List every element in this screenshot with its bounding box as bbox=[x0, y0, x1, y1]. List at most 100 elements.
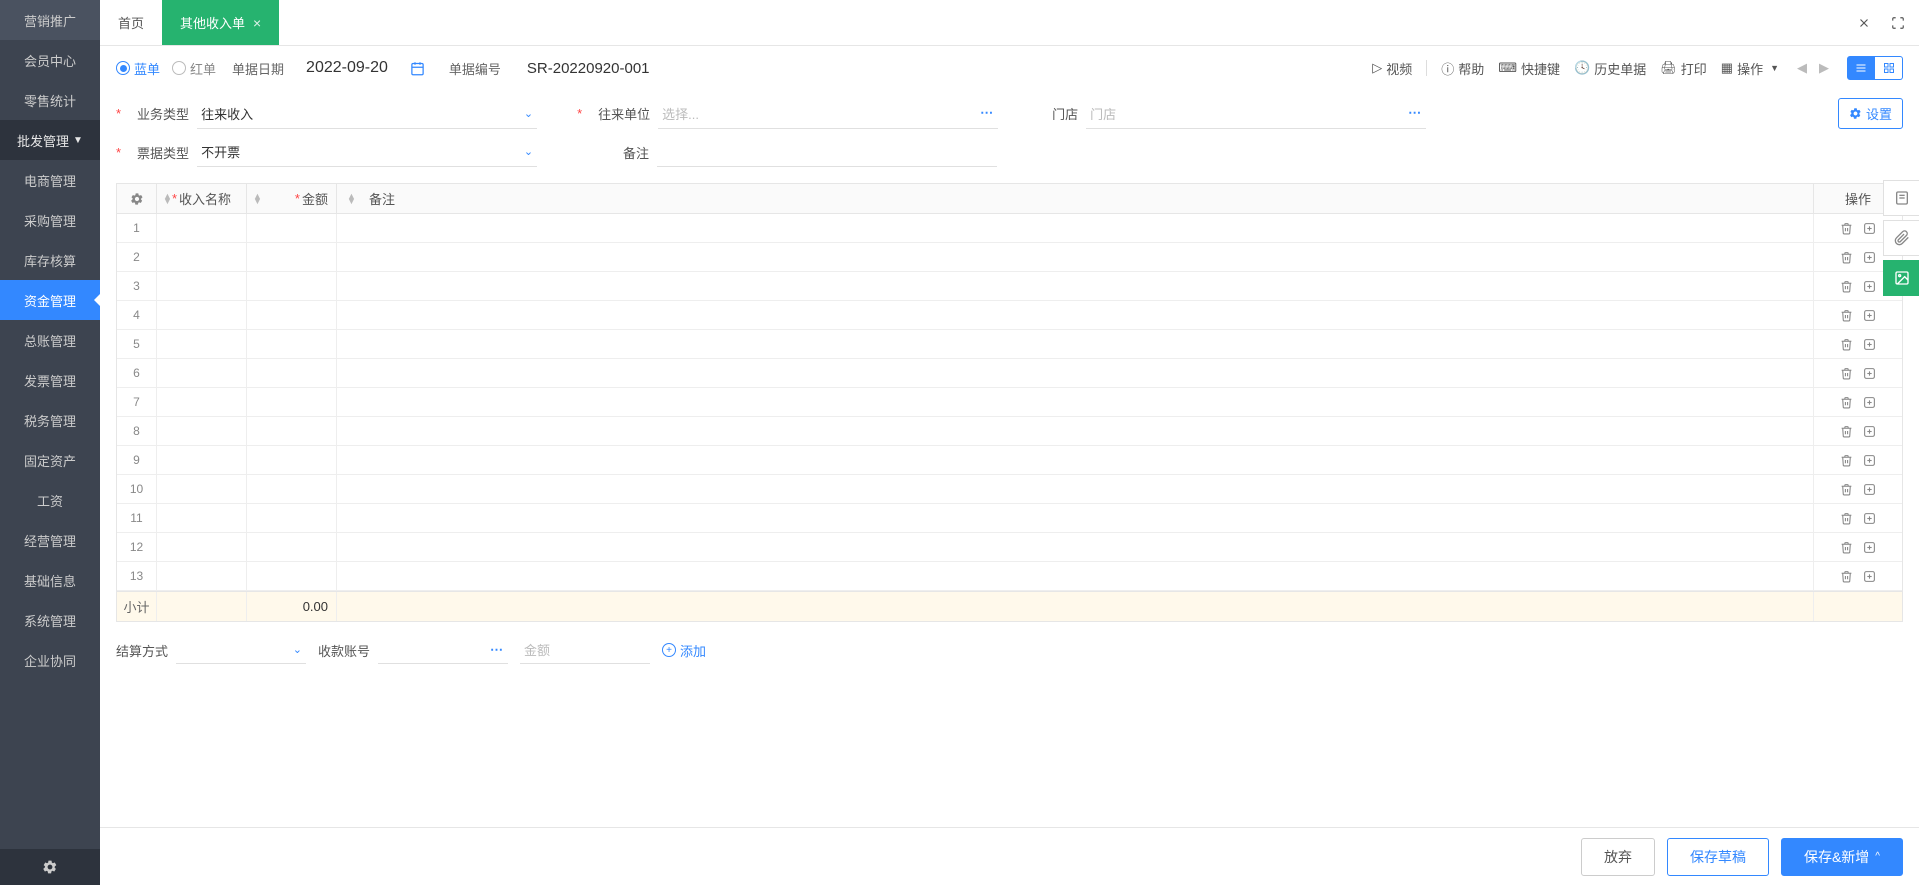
table-row[interactable]: 13 bbox=[117, 562, 1902, 591]
table-row[interactable]: 8 bbox=[117, 417, 1902, 446]
cell-remark[interactable] bbox=[337, 504, 1814, 532]
table-row[interactable]: 11 bbox=[117, 504, 1902, 533]
sidebar-item-retail-stats[interactable]: 零售统计 bbox=[0, 80, 100, 120]
cell-remark[interactable] bbox=[337, 301, 1814, 329]
cell-amount[interactable] bbox=[247, 301, 337, 329]
add-settlement-button[interactable]: + 添加 bbox=[662, 641, 706, 660]
sidebar-item-purchase[interactable]: 采购管理 bbox=[0, 200, 100, 240]
cell-amount[interactable] bbox=[247, 446, 337, 474]
delete-row-icon[interactable] bbox=[1840, 396, 1853, 409]
add-row-icon[interactable] bbox=[1863, 541, 1876, 554]
cell-amount[interactable] bbox=[247, 475, 337, 503]
cell-remark[interactable] bbox=[337, 359, 1814, 387]
action-ops[interactable]: ▦操作▼ bbox=[1721, 59, 1779, 78]
action-print[interactable]: 🖨打印 bbox=[1660, 59, 1707, 78]
remark-input[interactable] bbox=[657, 137, 997, 167]
sidebar-item-tax[interactable]: 税务管理 bbox=[0, 400, 100, 440]
table-row[interactable]: 3 bbox=[117, 272, 1902, 301]
th-amount[interactable]: ▲▼*金额 bbox=[247, 184, 337, 213]
th-settings[interactable] bbox=[117, 184, 157, 213]
cell-income-name[interactable] bbox=[157, 243, 247, 271]
sidebar-item-basic-info[interactable]: 基础信息 bbox=[0, 560, 100, 600]
cell-income-name[interactable] bbox=[157, 504, 247, 532]
table-row[interactable]: 4 bbox=[117, 301, 1902, 330]
table-row[interactable]: 1 bbox=[117, 214, 1902, 243]
th-remark[interactable]: ▲▼备注 bbox=[337, 184, 1814, 213]
save-new-button[interactable]: 保存&新增^ bbox=[1781, 838, 1903, 876]
cell-amount[interactable] bbox=[247, 272, 337, 300]
table-row[interactable]: 6 bbox=[117, 359, 1902, 388]
cell-remark[interactable] bbox=[337, 272, 1814, 300]
view-card-btn[interactable] bbox=[1875, 56, 1903, 80]
sidebar-item-ledger[interactable]: 总账管理 bbox=[0, 320, 100, 360]
doc-date-value[interactable]: 2022-09-20 bbox=[306, 59, 388, 77]
add-row-icon[interactable] bbox=[1863, 396, 1876, 409]
delete-row-icon[interactable] bbox=[1840, 367, 1853, 380]
invoice-type-select[interactable]: 不开票 ⌄ bbox=[197, 137, 537, 167]
cell-amount[interactable] bbox=[247, 214, 337, 242]
cell-income-name[interactable] bbox=[157, 533, 247, 561]
add-row-icon[interactable] bbox=[1863, 570, 1876, 583]
cell-remark[interactable] bbox=[337, 533, 1814, 561]
delete-row-icon[interactable] bbox=[1840, 483, 1853, 496]
sidebar-item-fixed-assets[interactable]: 固定资产 bbox=[0, 440, 100, 480]
sidebar-item-member[interactable]: 会员中心 bbox=[0, 40, 100, 80]
table-row[interactable]: 12 bbox=[117, 533, 1902, 562]
delete-row-icon[interactable] bbox=[1840, 251, 1853, 264]
sidebar-item-collab[interactable]: 企业协同 bbox=[0, 640, 100, 680]
cell-remark[interactable] bbox=[337, 446, 1814, 474]
settings-button[interactable]: 设置 bbox=[1838, 98, 1903, 129]
sidebar-item-marketing[interactable]: 营销推广 bbox=[0, 0, 100, 40]
delete-row-icon[interactable] bbox=[1840, 338, 1853, 351]
add-row-icon[interactable] bbox=[1863, 309, 1876, 322]
cell-amount[interactable] bbox=[247, 504, 337, 532]
sidebar-item-wholesale[interactable]: 批发管理▼ bbox=[0, 120, 100, 160]
delete-row-icon[interactable] bbox=[1840, 309, 1853, 322]
close-icon[interactable]: × bbox=[253, 15, 261, 31]
tool-attachment[interactable] bbox=[1883, 220, 1919, 256]
table-row[interactable]: 10 bbox=[117, 475, 1902, 504]
cell-remark[interactable] bbox=[337, 214, 1814, 242]
sidebar-item-finance[interactable]: 资金管理 bbox=[0, 280, 100, 320]
cell-amount[interactable] bbox=[247, 562, 337, 590]
add-row-icon[interactable] bbox=[1863, 251, 1876, 264]
cell-income-name[interactable] bbox=[157, 388, 247, 416]
cell-income-name[interactable] bbox=[157, 272, 247, 300]
add-row-icon[interactable] bbox=[1863, 338, 1876, 351]
action-help[interactable]: ⓘ帮助 bbox=[1441, 59, 1484, 78]
calendar-icon[interactable] bbox=[410, 61, 425, 76]
cell-income-name[interactable] bbox=[157, 417, 247, 445]
cell-amount[interactable] bbox=[247, 388, 337, 416]
cell-remark[interactable] bbox=[337, 562, 1814, 590]
add-row-icon[interactable] bbox=[1863, 454, 1876, 467]
table-row[interactable]: 5 bbox=[117, 330, 1902, 359]
radio-blue[interactable]: 蓝单 bbox=[116, 59, 160, 78]
radio-red[interactable]: 红单 bbox=[172, 59, 216, 78]
cell-remark[interactable] bbox=[337, 417, 1814, 445]
sidebar-item-ecommerce[interactable]: 电商管理 bbox=[0, 160, 100, 200]
cell-remark[interactable] bbox=[337, 475, 1814, 503]
delete-row-icon[interactable] bbox=[1840, 541, 1853, 554]
cell-remark[interactable] bbox=[337, 243, 1814, 271]
cell-amount[interactable] bbox=[247, 243, 337, 271]
sidebar-item-invoice[interactable]: 发票管理 bbox=[0, 360, 100, 400]
cell-income-name[interactable] bbox=[157, 359, 247, 387]
th-income-name[interactable]: ▲▼*收入名称 bbox=[157, 184, 247, 213]
next-doc-arrow[interactable]: ▶ bbox=[1815, 60, 1833, 76]
delete-row-icon[interactable] bbox=[1840, 280, 1853, 293]
cell-amount[interactable] bbox=[247, 533, 337, 561]
action-video[interactable]: ▷视频 bbox=[1372, 59, 1412, 78]
cell-amount[interactable] bbox=[247, 417, 337, 445]
delete-row-icon[interactable] bbox=[1840, 570, 1853, 583]
cell-income-name[interactable] bbox=[157, 330, 247, 358]
delete-row-icon[interactable] bbox=[1840, 222, 1853, 235]
add-row-icon[interactable] bbox=[1863, 483, 1876, 496]
delete-row-icon[interactable] bbox=[1840, 512, 1853, 525]
cell-remark[interactable] bbox=[337, 330, 1814, 358]
cell-amount[interactable] bbox=[247, 359, 337, 387]
cell-income-name[interactable] bbox=[157, 562, 247, 590]
settle-method-select[interactable]: ⌄ bbox=[176, 636, 306, 664]
cell-remark[interactable] bbox=[337, 388, 1814, 416]
view-list-btn[interactable] bbox=[1847, 56, 1875, 80]
cell-income-name[interactable] bbox=[157, 214, 247, 242]
